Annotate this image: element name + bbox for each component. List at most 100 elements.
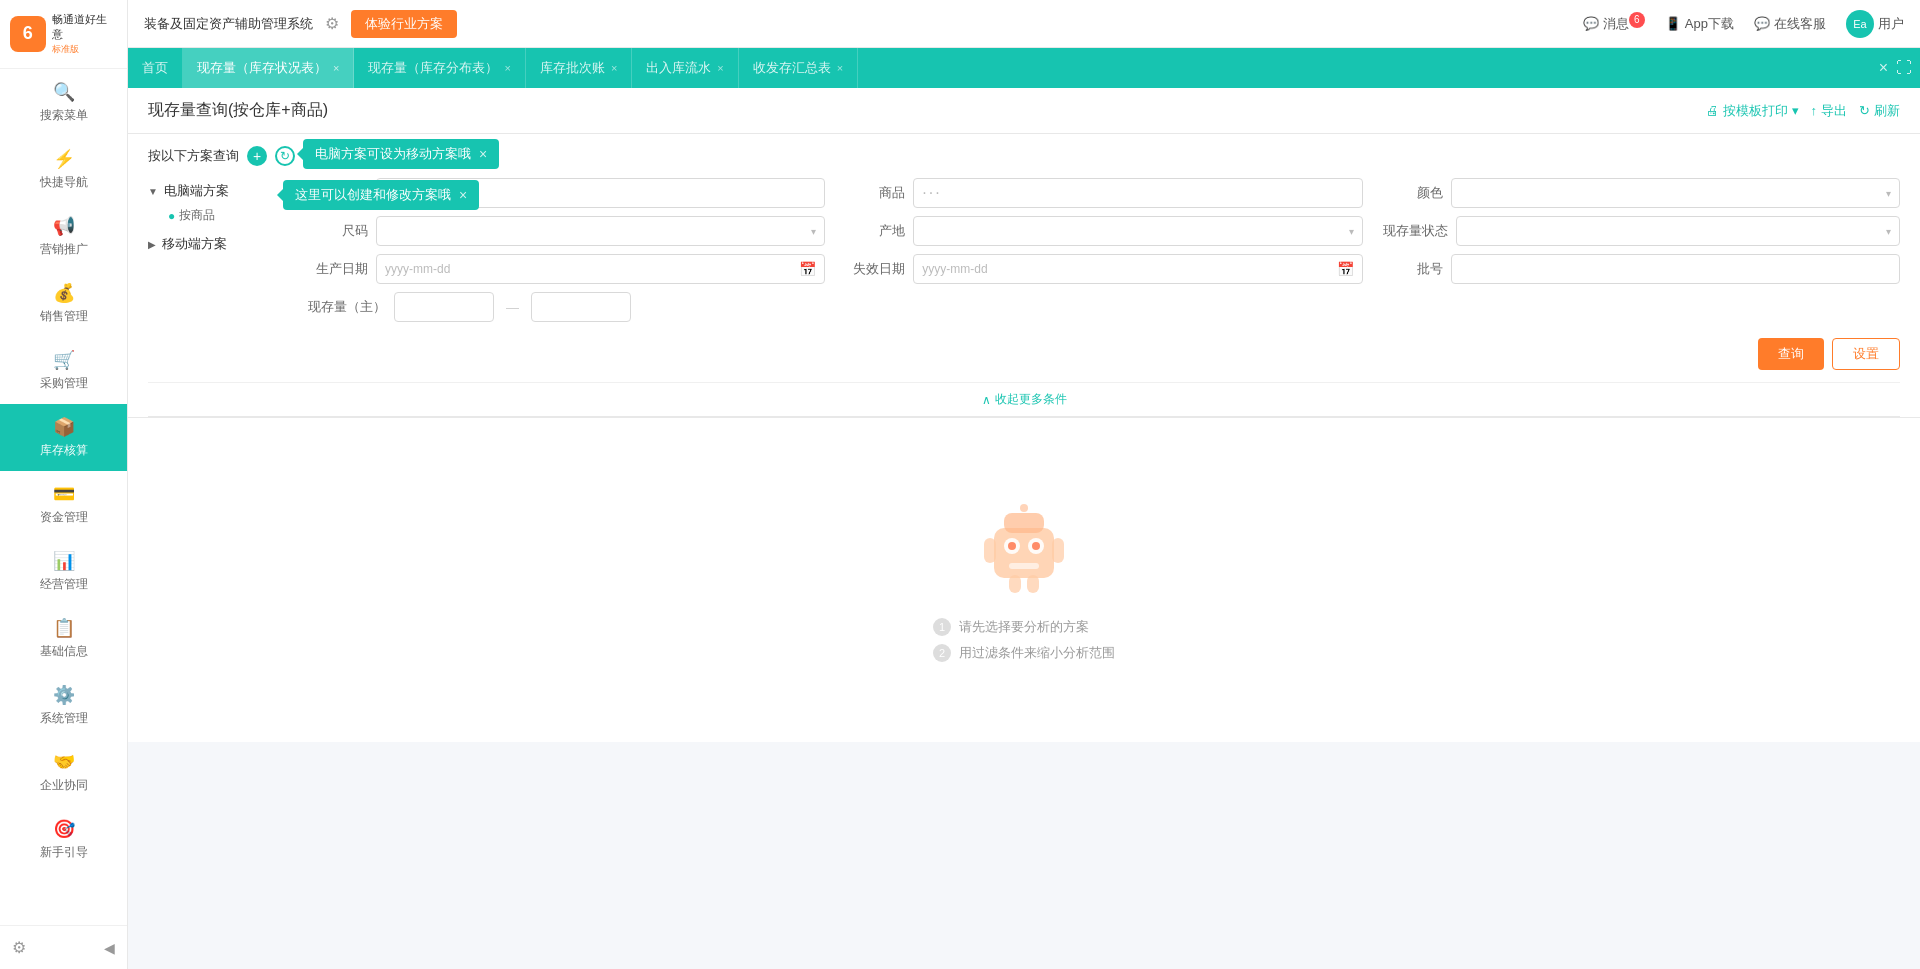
- sidebar-bottom: ⚙ ◀: [0, 925, 127, 969]
- support-icon: 💬: [1754, 16, 1770, 31]
- user-item[interactable]: Ea 用户: [1846, 10, 1904, 38]
- batch-input[interactable]: [1451, 254, 1900, 284]
- scheme-edit-tooltip-close[interactable]: ×: [459, 187, 467, 203]
- scheme-tooltip: 电脑方案可设为移动方案哦 ×: [303, 139, 499, 169]
- stock-status-dropdown-arrow: ▾: [1886, 226, 1891, 237]
- nav-icon: ⚡: [53, 148, 75, 170]
- batch-label: 批号: [1383, 260, 1443, 278]
- filter-action-row: 查询 设置: [308, 330, 1900, 382]
- stock-main-filter: 现存量（主） —: [308, 292, 825, 322]
- stock-main-separator: —: [502, 300, 523, 315]
- color-dropdown-arrow: ▾: [1886, 188, 1891, 199]
- filter-section: 按以下方案查询 + ↻ 《 电脑方案可设为移动方案哦 × 这里可以创建和修改方案…: [128, 134, 1920, 418]
- sidebar-item-search[interactable]: 🔍 搜索菜单: [0, 69, 127, 136]
- trial-button[interactable]: 体验行业方案: [351, 10, 457, 38]
- tab-batch[interactable]: 库存批次账 ×: [526, 48, 632, 88]
- tab-stock-status[interactable]: 现存量（库存状况表） ×: [183, 48, 354, 88]
- tab-close-stock-status[interactable]: ×: [333, 62, 339, 74]
- page-actions: 🖨 按模板打印 ▾ ↑ 导出 ↻ 刷新: [1706, 102, 1901, 120]
- produce-date-label: 生产日期: [308, 260, 368, 278]
- tab-fullscreen-icon[interactable]: ⛶: [1896, 59, 1912, 77]
- size-filter: 尺码 ▾: [308, 216, 825, 246]
- stock-main-label: 现存量（主）: [308, 298, 386, 316]
- svg-rect-0: [994, 528, 1054, 578]
- export-btn[interactable]: ↑ 导出: [1811, 102, 1848, 120]
- size-input[interactable]: ▾: [376, 216, 825, 246]
- sidebar-item-enterprise[interactable]: 🤝 企业协同: [0, 739, 127, 806]
- tab-receive[interactable]: 收发存汇总表 ×: [739, 48, 858, 88]
- message-item[interactable]: 💬 消息 6: [1583, 15, 1645, 33]
- color-input[interactable]: ▾: [1451, 178, 1900, 208]
- tab-close-batch[interactable]: ×: [611, 62, 617, 74]
- produce-date-calendar-icon: 📅: [799, 261, 816, 277]
- stock-main-input-start[interactable]: [394, 292, 494, 322]
- goods-input[interactable]: ···: [913, 178, 1362, 208]
- sidebar-item-finance[interactable]: 💳 资金管理: [0, 471, 127, 538]
- app-logo-icon: 6: [10, 16, 46, 52]
- support-item[interactable]: 💬 在线客服: [1754, 15, 1826, 33]
- main-content: 现存量查询(按仓库+商品) 🖨 按模板打印 ▾ ↑ 导出 ↻ 刷新 按以下方案查…: [128, 88, 1920, 969]
- hint-num-2: 2: [933, 644, 951, 662]
- finance-icon: 💳: [53, 483, 75, 505]
- desktop-sub-item[interactable]: ● 按商品: [148, 204, 288, 227]
- svg-point-6: [1032, 542, 1040, 550]
- sidebar-item-operation[interactable]: 📊 经营管理: [0, 538, 127, 605]
- settings-btn[interactable]: ⚙: [12, 938, 26, 957]
- app-name: 畅通道好生意: [52, 12, 117, 43]
- scheme-list: ▼ 电脑端方案 ● 按商品 ▶ 移动端方案: [148, 174, 288, 382]
- sidebar-item-nav[interactable]: ⚡ 快捷导航: [0, 136, 127, 203]
- search-button[interactable]: 查询: [1758, 338, 1824, 370]
- scheme-tooltip-close[interactable]: ×: [479, 146, 487, 162]
- empty-icon-container: [964, 498, 1084, 598]
- batch-filter: 批号: [1383, 254, 1900, 284]
- operation-icon: 📊: [53, 550, 75, 572]
- refresh-btn[interactable]: ↻ 刷新: [1859, 102, 1900, 120]
- tab-close-all-icon[interactable]: ×: [1879, 59, 1888, 77]
- filter-refresh-button[interactable]: ↻: [275, 146, 295, 166]
- header-right: 💬 消息 6 📱 App下载 💬 在线客服 Ea 用户: [1583, 10, 1904, 38]
- app-download-item[interactable]: 📱 App下载: [1665, 15, 1734, 33]
- refresh-icon: ↻: [1859, 103, 1870, 118]
- tab-close-stock-dist[interactable]: ×: [504, 62, 510, 74]
- warehouse-icon: 📦: [53, 416, 75, 438]
- tab-home[interactable]: 首页: [128, 48, 183, 88]
- expire-date-input[interactable]: yyyy-mm-dd 📅: [913, 254, 1362, 284]
- empty-hint-2: 2 用过滤条件来缩小分析范围: [933, 644, 1115, 662]
- origin-input[interactable]: ▾: [913, 216, 1362, 246]
- enterprise-icon: 🤝: [53, 751, 75, 773]
- header: 装备及固定资产辅助管理系统 ⚙ 体验行业方案 💬 消息 6 📱 App下载 💬 …: [128, 0, 1920, 48]
- print-btn[interactable]: 🖨 按模板打印 ▾: [1706, 102, 1799, 120]
- svg-rect-11: [1027, 575, 1039, 593]
- tab-stock-dist[interactable]: 现存量（库存分布表） ×: [354, 48, 525, 88]
- sidebar-item-marketing[interactable]: 📢 营销推广: [0, 203, 127, 270]
- svg-rect-7: [1009, 563, 1039, 569]
- color-label: 颜色: [1383, 184, 1443, 202]
- collapse-btn[interactable]: ◀: [104, 940, 115, 956]
- desktop-sub-label: 按商品: [179, 207, 215, 224]
- size-dropdown-arrow: ▾: [811, 226, 816, 237]
- sidebar-item-guide[interactable]: 🎯 新手引导: [0, 806, 127, 873]
- sidebar-item-warehouse[interactable]: 📦 库存核算: [0, 404, 127, 471]
- stock-main-input-end[interactable]: [531, 292, 631, 322]
- print-icon: 🖨: [1706, 103, 1719, 118]
- message-icon: 💬: [1583, 16, 1599, 31]
- collapse-bar[interactable]: ∧ 收起更多条件: [148, 382, 1900, 417]
- tabs-bar: 首页 现存量（库存状况表） × 现存量（库存分布表） × 库存批次账 × 出入库…: [128, 48, 1920, 88]
- tab-inout[interactable]: 出入库流水 ×: [632, 48, 738, 88]
- tab-close-inout[interactable]: ×: [717, 62, 723, 74]
- sidebar-item-sales[interactable]: 💰 销售管理: [0, 270, 127, 337]
- guide-icon: 🎯: [53, 818, 75, 840]
- header-settings-icon[interactable]: ⚙: [325, 14, 339, 33]
- sidebar-item-system[interactable]: ⚙️ 系统管理: [0, 672, 127, 739]
- produce-date-input[interactable]: yyyy-mm-dd 📅: [376, 254, 825, 284]
- sidebar-item-purchase[interactable]: 🛒 采购管理: [0, 337, 127, 404]
- app-badge: 标准版: [52, 43, 117, 56]
- setting-button[interactable]: 设置: [1832, 338, 1900, 370]
- scheme-group-desktop: ▼ 电脑端方案 ● 按商品: [148, 178, 288, 227]
- sidebar-item-basic[interactable]: 📋 基础信息: [0, 605, 127, 672]
- stock-status-input[interactable]: ▾: [1456, 216, 1900, 246]
- empty-state: 1 请先选择要分析的方案 2 用过滤条件来缩小分析范围: [128, 418, 1920, 742]
- svg-rect-9: [1052, 538, 1064, 563]
- filter-add-button[interactable]: +: [247, 146, 267, 166]
- tab-close-receive[interactable]: ×: [837, 62, 843, 74]
